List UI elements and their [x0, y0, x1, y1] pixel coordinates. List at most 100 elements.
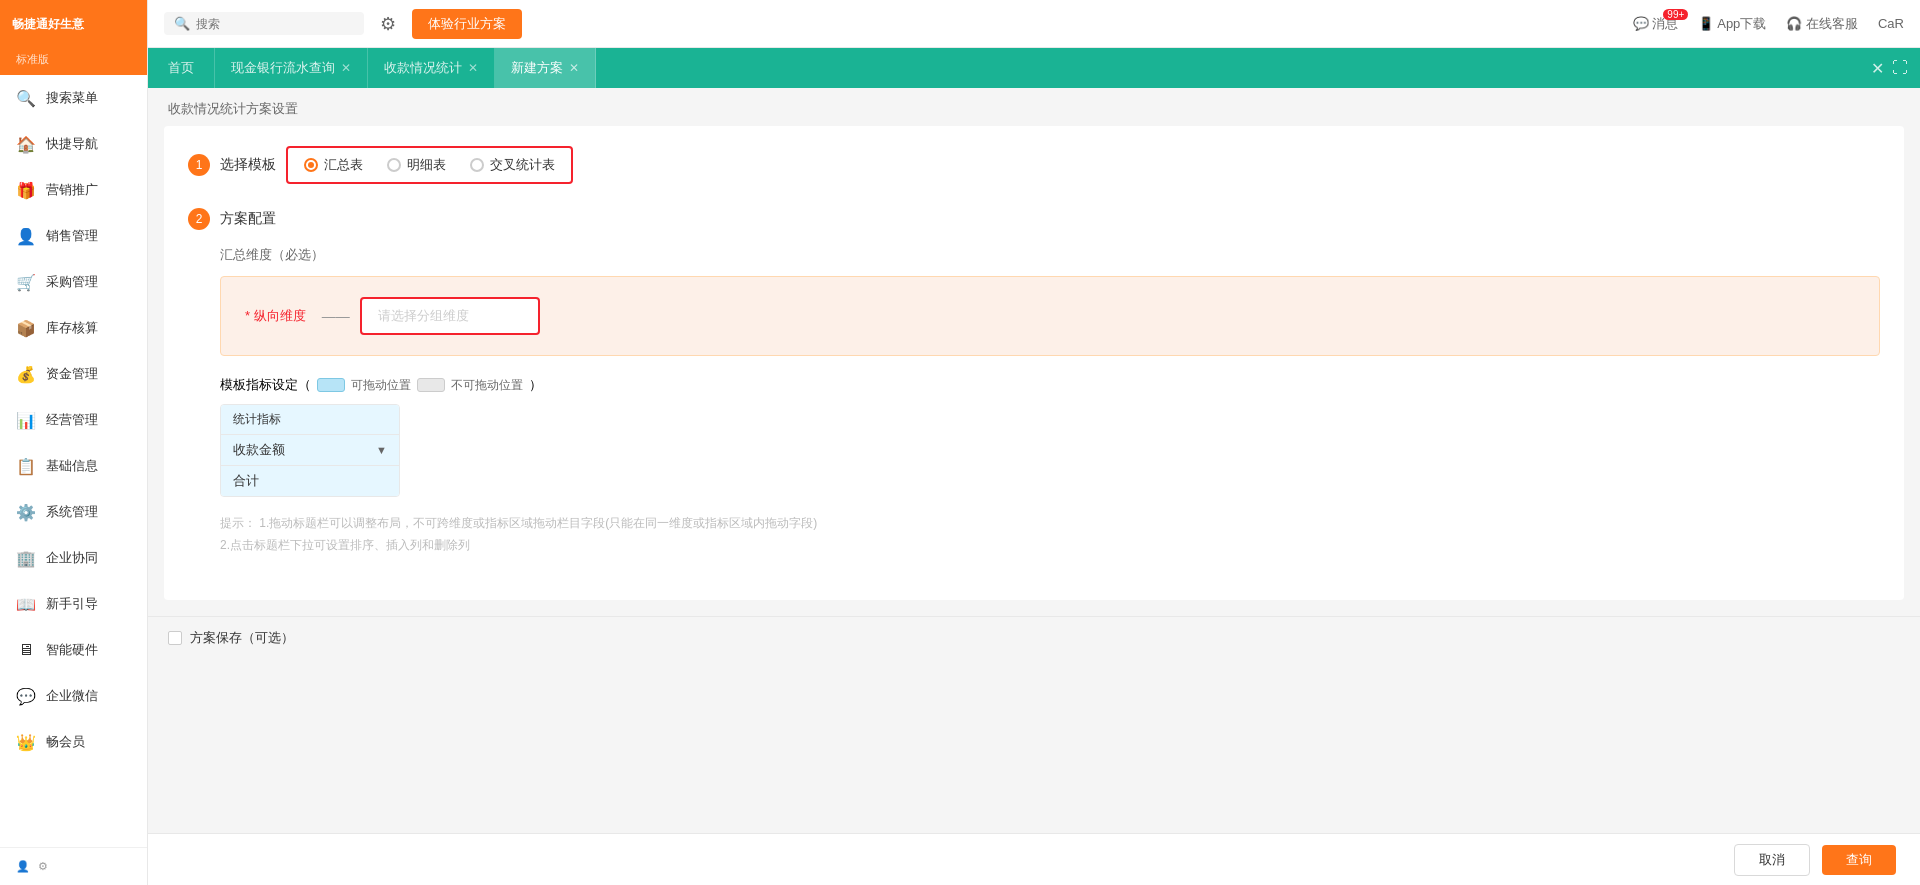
message-icon: 💬 — [1633, 16, 1649, 31]
indicator-cell-amount[interactable]: 收款金额 ▼ — [221, 435, 399, 466]
topbar: 🔍 ⚙ 体验行业方案 💬 消息 99+ 📱 App下载 🎧 在线客服 CaR — [148, 0, 1920, 48]
draggable-label: 可拖动位置 — [351, 377, 411, 394]
radio-cross[interactable]: 交叉统计表 — [470, 156, 555, 174]
sidebar-item-label: 企业微信 — [46, 687, 98, 705]
tip-line1: 提示： 1.拖动标题栏可以调整布局，不可跨维度或指标区域拖动栏目字段(只能在同一… — [220, 513, 1880, 535]
sidebar-item-inventory[interactable]: 📦 库存核算 — [0, 305, 147, 351]
logo-text: 畅捷通好生意 — [12, 17, 84, 31]
sidebar-item-search[interactable]: 🔍 搜索菜单 — [0, 75, 147, 121]
tab-receipts[interactable]: 收款情况统计 ✕ — [368, 48, 495, 88]
dim-placeholder: 请选择分组维度 — [378, 308, 469, 323]
radio-summary[interactable]: 汇总表 — [304, 156, 363, 174]
sidebar-item-enterprise[interactable]: 🏢 企业协同 — [0, 535, 147, 581]
close-icon[interactable]: ✕ — [569, 61, 579, 75]
chat-icon: 💬 — [16, 687, 36, 706]
bottom-bar: 取消 查询 — [148, 833, 1920, 885]
page-title: 收款情况统计方案设置 — [148, 88, 1920, 126]
search-icon: 🔍 — [174, 16, 190, 31]
dimension-row: * 纵向维度 —— 请选择分组维度 — [245, 297, 1855, 335]
settings-icon[interactable]: ⚙ — [380, 13, 396, 35]
step1-title: 选择模板 — [220, 156, 276, 174]
radio-cross-input[interactable] — [470, 158, 484, 172]
sidebar-item-operation[interactable]: 📊 经营管理 — [0, 397, 147, 443]
sidebar-item-label: 快捷导航 — [46, 135, 98, 153]
step1-number: 1 — [188, 154, 210, 176]
tab-home-label: 首页 — [168, 59, 194, 77]
fixed-label: 不可拖动位置 — [451, 377, 523, 394]
sidebar-item-label: 销售管理 — [46, 227, 98, 245]
tip-line2: 2.点击标题栏下拉可设置排序、插入列和删除列 — [220, 535, 1880, 557]
sidebar-item-hardware[interactable]: 🖥 智能硬件 — [0, 627, 147, 673]
sidebar-item-label: 经营管理 — [46, 411, 98, 429]
sidebar-item-system[interactable]: ⚙️ 系统管理 — [0, 489, 147, 535]
step2-header: 2 方案配置 — [188, 208, 1880, 230]
building-icon: 🏢 — [16, 549, 36, 568]
sidebar-item-newbie[interactable]: 📖 新手引导 — [0, 581, 147, 627]
indicator-settings: 模板指标设定（ 可拖动位置 不可拖动位置 ） — [220, 376, 1880, 497]
close-icon[interactable]: ✕ — [468, 61, 478, 75]
cancel-button[interactable]: 取消 — [1734, 844, 1810, 876]
sidebar: 畅捷通好生意 标准版 🔍 搜索菜单 🏠 快捷导航 🎁 营销推广 👤 销售管理 🛒… — [0, 0, 148, 885]
download-icon: 📱 — [1698, 16, 1714, 31]
notification-area[interactable]: 💬 消息 99+ — [1633, 15, 1679, 33]
sidebar-item-label: 系统管理 — [46, 503, 98, 521]
search-input[interactable] — [196, 17, 346, 31]
sidebar-item-label: 库存核算 — [46, 319, 98, 337]
clipboard-icon: 📋 — [16, 457, 36, 476]
tab-new-plan-label: 新建方案 — [511, 59, 563, 77]
sidebar-logo: 畅捷通好生意 — [0, 0, 147, 48]
online-service[interactable]: 🎧 在线客服 — [1786, 15, 1858, 33]
tab-new-plan[interactable]: 新建方案 ✕ — [495, 48, 596, 88]
sidebar-item-sales[interactable]: 👤 销售管理 — [0, 213, 147, 259]
step1-header: 1 选择模板 汇总表 明细表 — [188, 146, 1880, 184]
expand-icon[interactable]: ⛶ — [1892, 59, 1908, 77]
save-checkbox[interactable] — [168, 631, 182, 645]
home-icon: 🏠 — [16, 135, 36, 154]
industry-button[interactable]: 体验行业方案 — [412, 9, 522, 39]
sidebar-item-quicknav[interactable]: 🏠 快捷导航 — [0, 121, 147, 167]
search-box[interactable]: 🔍 — [164, 12, 364, 35]
user-info[interactable]: CaR — [1878, 16, 1904, 31]
indicator-table-header: 统计指标 — [221, 405, 399, 435]
legend-fixed: 不可拖动位置 — [417, 377, 523, 394]
logo-subtitle: 标准版 — [0, 48, 147, 75]
tab-home[interactable]: 首页 — [148, 48, 215, 88]
close-window-icon[interactable]: ✕ — [1871, 59, 1884, 78]
radio-detail-input[interactable] — [387, 158, 401, 172]
tabbar: 首页 现金银行流水查询 ✕ 收款情况统计 ✕ 新建方案 ✕ ✕ ⛶ — [148, 48, 1920, 88]
user-icon: 👤 — [16, 227, 36, 246]
tab-receipts-label: 收款情况统计 — [384, 59, 462, 77]
sidebar-item-wechat[interactable]: 💬 企业微信 — [0, 673, 147, 719]
cart-icon: 🛒 — [16, 273, 36, 292]
content-area: 收款情况统计方案设置 1 选择模板 汇总表 明细表 — [148, 88, 1920, 833]
sidebar-item-label: 采购管理 — [46, 273, 98, 291]
book-icon: 📖 — [16, 595, 36, 614]
dimension-select[interactable]: 请选择分组维度 — [360, 297, 540, 335]
box-icon: 📦 — [16, 319, 36, 338]
sidebar-item-finance[interactable]: 💰 资金管理 — [0, 351, 147, 397]
user-name: CaR — [1878, 16, 1904, 31]
search-icon: 🔍 — [16, 89, 36, 108]
gear-icon: ⚙️ — [16, 503, 36, 522]
sidebar-bottom: 👤 ⚙ — [0, 847, 147, 885]
tab-cashflow[interactable]: 现金银行流水查询 ✕ — [215, 48, 368, 88]
radio-detail[interactable]: 明细表 — [387, 156, 446, 174]
sidebar-item-member[interactable]: 👑 畅会员 — [0, 719, 147, 765]
radio-summary-input[interactable] — [304, 158, 318, 172]
sidebar-item-basic[interactable]: 📋 基础信息 — [0, 443, 147, 489]
sidebar-item-marketing[interactable]: 🎁 营销推广 — [0, 167, 147, 213]
close-icon[interactable]: ✕ — [341, 61, 351, 75]
step1-section: 1 选择模板 汇总表 明细表 — [188, 146, 1880, 184]
sidebar-user-label: ⚙ — [38, 860, 48, 873]
money-icon: 💰 — [16, 365, 36, 384]
sidebar-item-label: 资金管理 — [46, 365, 98, 383]
footer-checkbox-area: 方案保存（可选） — [148, 616, 1920, 659]
gift-icon: 🎁 — [16, 181, 36, 200]
dropdown-arrow-icon[interactable]: ▼ — [376, 444, 387, 456]
draggable-legend-box — [317, 378, 345, 392]
sidebar-item-purchase[interactable]: 🛒 采购管理 — [0, 259, 147, 305]
app-download[interactable]: 📱 App下载 — [1698, 15, 1766, 33]
query-button[interactable]: 查询 — [1822, 845, 1896, 875]
dimension-section-title: 汇总维度（必选） — [220, 246, 1880, 264]
dimension-area: * 纵向维度 —— 请选择分组维度 — [220, 276, 1880, 356]
